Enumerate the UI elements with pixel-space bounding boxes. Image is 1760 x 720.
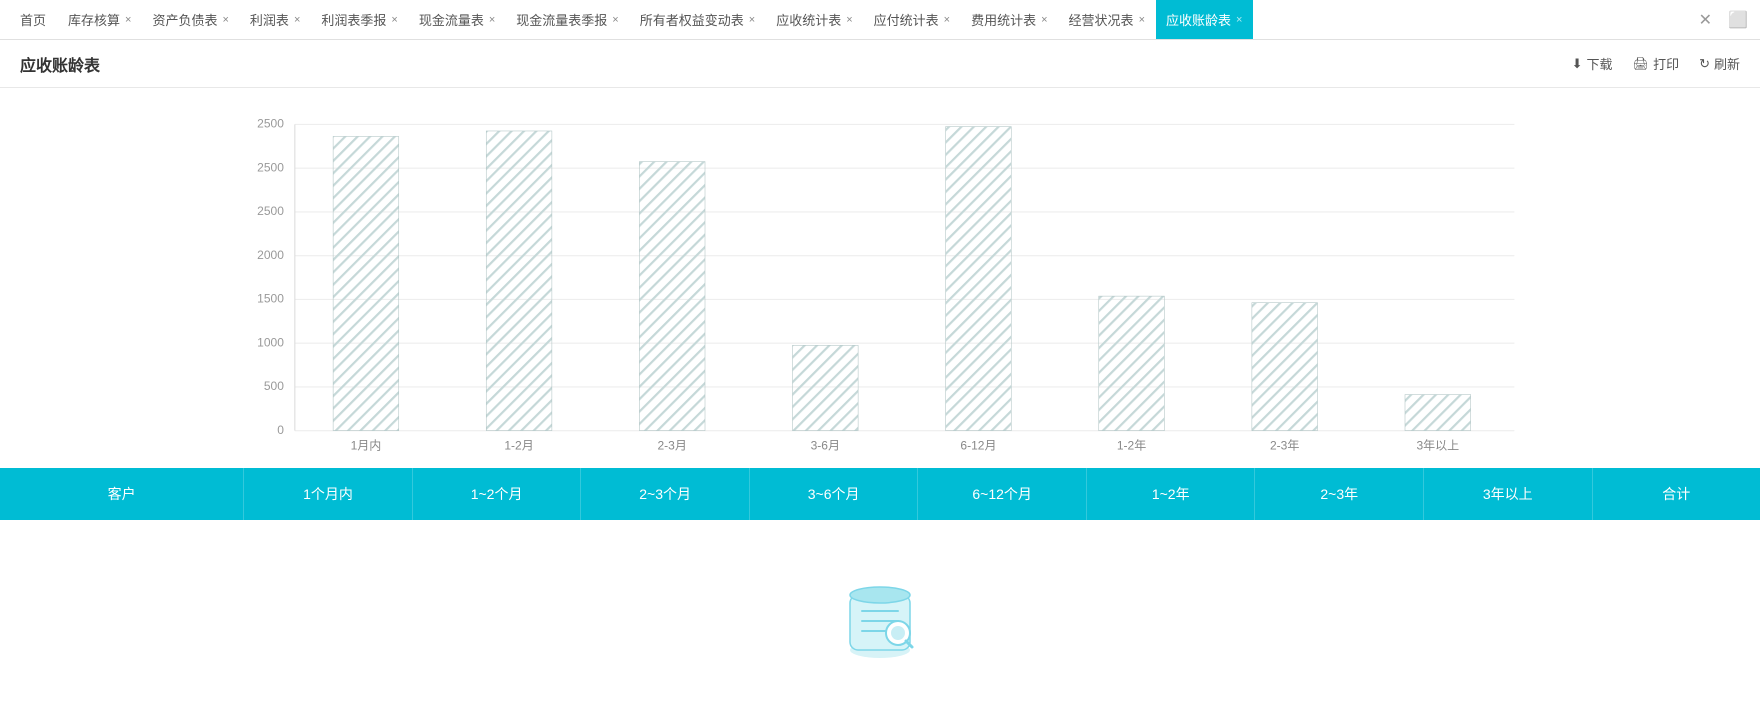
svg-text:2500: 2500 [257,117,284,131]
tab-ar-stats[interactable]: 应收统计表 × [766,0,863,40]
chart-area: 2500 2500 2500 2000 1500 1000 500 0 1月内 … [0,88,1760,468]
tab-ap-stats[interactable]: 应付统计表 × [864,0,961,40]
svg-text:3年以上: 3年以上 [1416,438,1459,452]
svg-text:0: 0 [277,423,284,437]
svg-text:2-3年: 2-3年 [1270,438,1299,452]
svg-text:2-3月: 2-3月 [657,438,686,452]
bar-2-3-month [639,162,705,431]
col-total: 合计 [1593,468,1760,520]
close-ar-stats-tab[interactable]: × [846,14,852,26]
print-icon: 🖨 [1633,56,1650,72]
page-title: 应收账龄表 [20,52,100,76]
tab-profit-q[interactable]: 利润表季报 × [311,0,408,40]
svg-text:1月内: 1月内 [351,438,382,452]
tab-balance[interactable]: 资产负债表 × [142,0,239,40]
svg-text:1-2月: 1-2月 [504,438,533,452]
tab-profit[interactable]: 利润表 × [240,0,311,40]
svg-text:1-2年: 1-2年 [1117,438,1146,452]
empty-icon [830,575,930,665]
col-2-3y: 2~3年 [1255,468,1424,520]
tab-stock[interactable]: 库存核算 × [58,0,142,40]
bar-1-2-year [1099,296,1165,431]
svg-text:1000: 1000 [257,335,284,349]
svg-text:2500: 2500 [257,204,284,218]
empty-state [0,520,1760,720]
page-actions: ⬇ 下载 🖨 打印 ↻ 刷新 [1572,54,1740,73]
svg-text:6-12月: 6-12月 [960,438,996,452]
close-ar-aging-tab[interactable]: × [1236,14,1242,26]
close-stock-tab[interactable]: × [125,14,131,26]
close-profit-tab[interactable]: × [294,14,300,26]
window-maximize-icon[interactable]: ⬜ [1724,6,1752,34]
close-balance-tab[interactable]: × [222,14,228,26]
bar-chart: 2500 2500 2500 2000 1500 1000 500 0 1月内 … [40,108,1720,458]
window-close-icon[interactable]: ✕ [1695,6,1716,34]
col-3y-plus: 3年以上 [1424,468,1593,520]
bar-3-6-month [793,345,859,430]
tab-cashflow-q[interactable]: 现金流量表季报 × [506,0,629,40]
main-content: 2500 2500 2500 2000 1500 1000 500 0 1月内 … [0,88,1760,720]
tab-operation[interactable]: 经营状况表 × [1059,0,1156,40]
close-cashflow-tab[interactable]: × [489,14,495,26]
svg-text:2500: 2500 [257,160,284,174]
close-cashflow-q-tab[interactable]: × [612,14,618,26]
tab-bar-actions: ✕ ⬜ [1695,6,1752,34]
col-1-2m: 1~2个月 [413,468,582,520]
col-1-2y: 1~2年 [1087,468,1256,520]
tab-expense[interactable]: 费用统计表 × [961,0,1058,40]
tab-equity[interactable]: 所有者权益变动表 × [630,0,766,40]
bar-1-month [333,136,399,430]
col-3-6m: 3~6个月 [750,468,919,520]
close-operation-tab[interactable]: × [1139,14,1145,26]
svg-text:3-6月: 3-6月 [811,438,840,452]
table-header: 客户 1个月内 1~2个月 2~3个月 3~6个月 6~12个月 1~2年 2~… [0,468,1760,520]
bar-2-3-year [1252,303,1318,431]
tab-ar-aging[interactable]: 应收账龄表 × [1156,0,1253,40]
col-2-3m: 2~3个月 [581,468,750,520]
col-1m: 1个月内 [244,468,413,520]
bar-6-12-month [946,127,1012,431]
close-expense-tab[interactable]: × [1041,14,1047,26]
refresh-button[interactable]: ↻ 刷新 [1699,54,1740,73]
col-6-12m: 6~12个月 [918,468,1087,520]
download-icon: ⬇ [1572,56,1583,72]
close-ap-stats-tab[interactable]: × [944,14,950,26]
col-customer: 客户 [0,468,244,520]
print-button[interactable]: 🖨 打印 [1633,54,1680,73]
svg-text:2000: 2000 [257,248,284,262]
close-profit-q-tab[interactable]: × [391,14,397,26]
tab-home[interactable]: 首页 [8,0,58,40]
bar-3-plus-year [1405,395,1471,431]
refresh-icon: ↻ [1699,56,1710,72]
download-button[interactable]: ⬇ 下载 [1572,54,1613,73]
svg-text:500: 500 [264,379,284,393]
svg-text:1500: 1500 [257,292,284,306]
page-header: 应收账龄表 ⬇ 下载 🖨 打印 ↻ 刷新 [0,40,1760,88]
bar-1-2-month [486,131,552,431]
tab-cashflow[interactable]: 现金流量表 × [409,0,506,40]
tab-bar: 首页 库存核算 × 资产负债表 × 利润表 × 利润表季报 × 现金流量表 × … [0,0,1760,40]
close-equity-tab[interactable]: × [749,14,755,26]
